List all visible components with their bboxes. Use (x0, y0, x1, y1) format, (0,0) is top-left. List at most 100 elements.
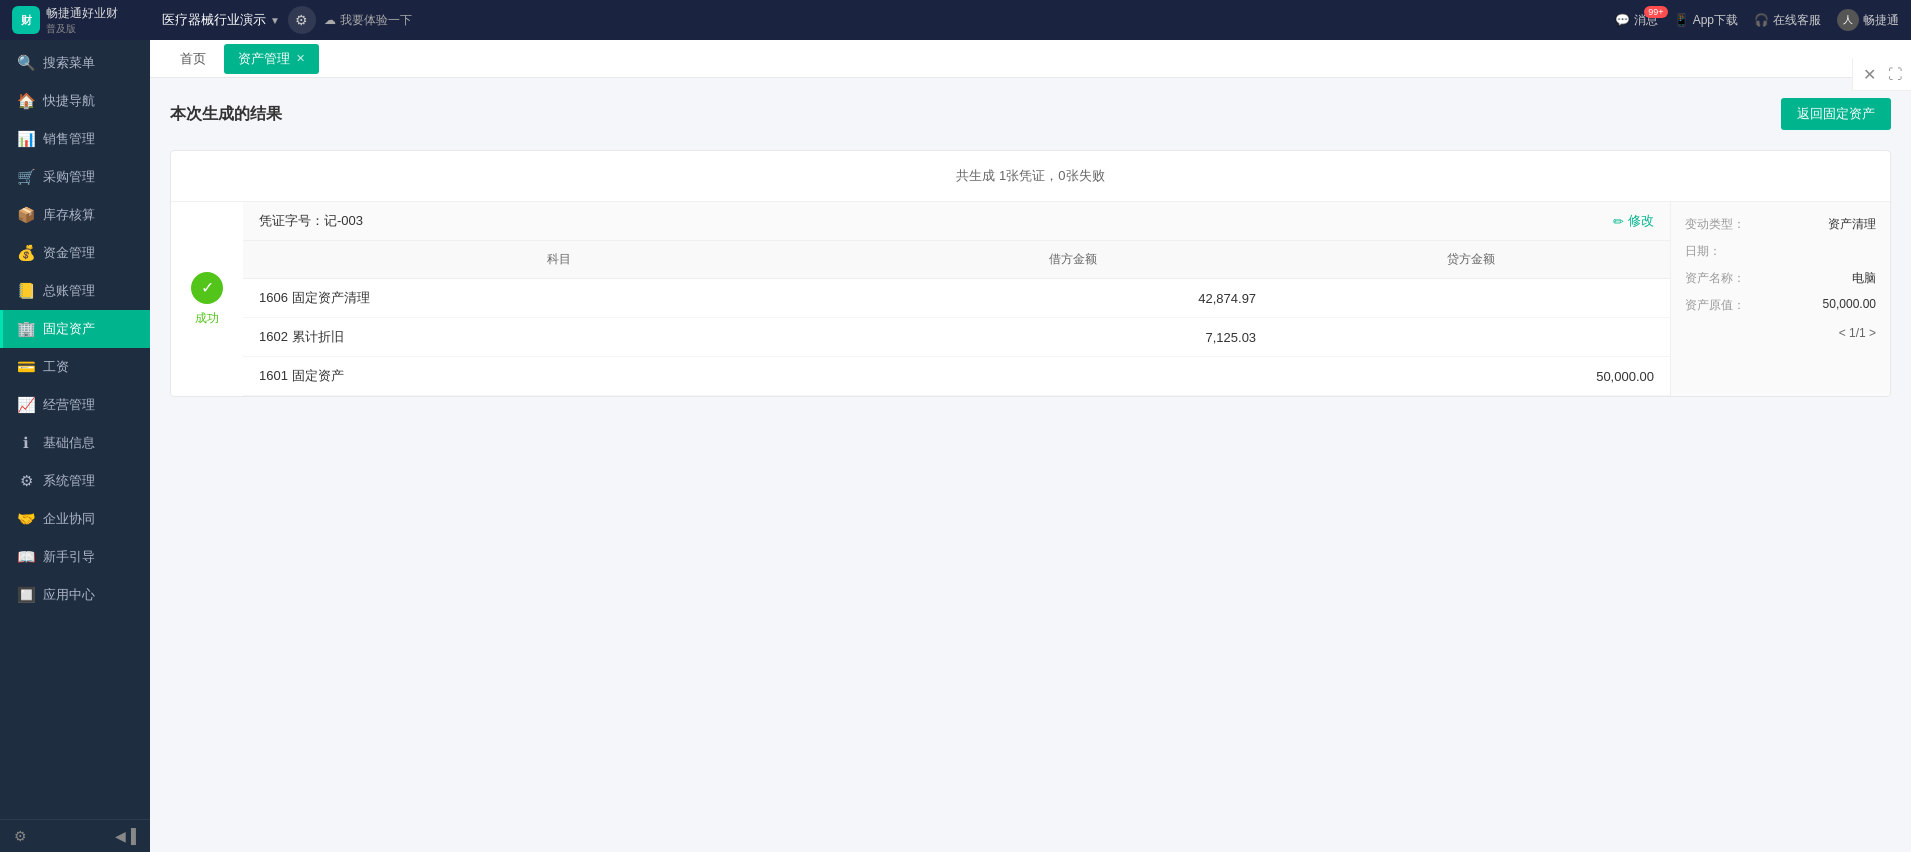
sidebar-item-fixed-assets[interactable]: 🏢 固定资产 (0, 310, 150, 348)
voucher-number: 凭证字号：记-003 (259, 212, 363, 230)
original-value-row: 资产原值： 50,000.00 (1685, 297, 1876, 314)
sidebar-item-sales[interactable]: 📊 销售管理 (0, 120, 150, 158)
success-mark: ✓ 成功 (171, 202, 243, 396)
company-selector[interactable]: 医疗器械行业演示 ▼ (162, 11, 280, 29)
row3-debit (874, 357, 1272, 396)
date-label: 日期： (1685, 243, 1721, 260)
col-credit: 贷方金额 (1272, 241, 1670, 279)
home-icon: 🏠 (17, 92, 35, 110)
sidebar-item-finance[interactable]: 💰 资金管理 (0, 234, 150, 272)
sidebar-item-search[interactable]: 🔍 搜索菜单 (0, 44, 150, 82)
edit-button[interactable]: ✏ 修改 (1613, 212, 1654, 230)
sidebar-label-sales: 销售管理 (43, 130, 95, 148)
sidebar-bottom: ⚙ ◀▐ (0, 819, 150, 852)
asset-name-label: 资产名称： (1685, 270, 1745, 287)
content-area: 首页 资产管理 ✕ 本次生成的结果 返回固定资产 共生成 1张凭证，0张失败 (150, 40, 1911, 852)
pagination[interactable]: < 1/1 > (1685, 326, 1876, 340)
page-content: 本次生成的结果 返回固定资产 共生成 1张凭证，0张失败 ✓ 成功 (150, 78, 1911, 852)
sidebar-item-guide[interactable]: 📖 新手引导 (0, 538, 150, 576)
date-row: 日期： (1685, 243, 1876, 260)
sidebar-settings-icon[interactable]: ⚙ (14, 828, 27, 844)
sidebar-collapse-icon[interactable]: ◀▐ (115, 828, 136, 844)
app-download-label: App下载 (1693, 12, 1738, 29)
avatar: 人 (1837, 9, 1859, 31)
page-title: 本次生成的结果 (170, 104, 282, 125)
change-type-row: 变动类型： 资产清理 (1685, 216, 1876, 233)
row2-subject: 1602 累计折旧 (243, 318, 874, 357)
chevron-down-icon: ▼ (270, 15, 280, 26)
voucher-table: 科目 借方金额 贷方金额 1606 固定资产清理 42,874.97 (243, 241, 1670, 396)
row3-subject: 1601 固定资产 (243, 357, 874, 396)
col-debit: 借方金额 (874, 241, 1272, 279)
gear-icon: ⚙ (295, 12, 308, 28)
online-service-action[interactable]: 🎧 在线客服 (1754, 12, 1821, 29)
logo-area: 财 畅捷通好业财 普及版 (12, 5, 162, 36)
asset-name-value: 电脑 (1852, 270, 1876, 287)
cloud-icon: ☁ (324, 13, 336, 27)
settings-icon-btn[interactable]: ⚙ (288, 6, 316, 34)
sidebar-label-ledger: 总账管理 (43, 282, 95, 300)
table-header-row: 科目 借方金额 贷方金额 (243, 241, 1670, 279)
sidebar-label-app-center: 应用中心 (43, 586, 95, 604)
sidebar-item-payroll[interactable]: 💳 工资 (0, 348, 150, 386)
sidebar-item-inventory[interactable]: 📦 库存核算 (0, 196, 150, 234)
voucher-main: 凭证字号：记-003 ✏ 修改 科目 借方金额 (243, 202, 1670, 396)
app-download-action[interactable]: 📱 App下载 (1674, 12, 1738, 29)
top-header: 财 畅捷通好业财 普及版 医疗器械行业演示 ▼ ⚙ ☁ 我要体验一下 💬 消息 (0, 0, 1911, 40)
tab-asset-mgmt-label: 资产管理 (238, 50, 290, 68)
sidebar-label-purchase: 采购管理 (43, 168, 95, 186)
sidebar-item-system[interactable]: ⚙ 系统管理 (0, 462, 150, 500)
inventory-icon: 📦 (17, 206, 35, 224)
expand-window-button[interactable]: ⛶ (1883, 62, 1907, 86)
headset-icon: 🎧 (1754, 13, 1769, 27)
close-window-button[interactable]: ✕ (1857, 62, 1881, 86)
guide-icon: 📖 (17, 548, 35, 566)
sidebar-item-enterprise[interactable]: 🤝 企业协同 (0, 500, 150, 538)
sidebar-label-guide: 新手引导 (43, 548, 95, 566)
header-right: 💬 消息 99+ 📱 App下载 🎧 在线客服 人 畅捷通 (1615, 9, 1899, 31)
table-row: 1602 累计折旧 7,125.03 (243, 318, 1670, 357)
original-value-value: 50,000.00 (1823, 297, 1876, 314)
tab-home-label: 首页 (180, 51, 206, 66)
row1-debit: 42,874.97 (874, 279, 1272, 318)
sales-icon: 📊 (17, 130, 35, 148)
sidebar-label-basic-info: 基础信息 (43, 434, 95, 452)
user-area[interactable]: 人 畅捷通 (1837, 9, 1899, 31)
success-text: 成功 (195, 310, 219, 327)
edit-icon: ✏ (1613, 214, 1624, 229)
voucher-right-panel: 变动类型： 资产清理 日期： 资产名称： 电脑 (1670, 202, 1890, 396)
main-layout: 🔍 搜索菜单 🏠 快捷导航 📊 销售管理 🛒 采购管理 📦 库存核 (0, 40, 1911, 852)
user-name: 畅捷通 (1863, 12, 1899, 29)
tab-home[interactable]: 首页 (166, 44, 220, 74)
row2-credit (1272, 318, 1670, 357)
result-panel: 共生成 1张凭证，0张失败 ✓ 成功 凭证字号：记-003 (170, 150, 1891, 397)
tab-bar: 首页 资产管理 ✕ (150, 40, 1911, 78)
sidebar-label-system: 系统管理 (43, 472, 95, 490)
logo-icon: 财 (12, 6, 40, 34)
basic-info-icon: ℹ (17, 434, 35, 452)
logo-text: 畅捷通好业财 普及版 (46, 5, 118, 36)
sidebar-label-finance: 资金管理 (43, 244, 95, 262)
sidebar-item-basic-info[interactable]: ℹ 基础信息 (0, 424, 150, 462)
sidebar-item-operations[interactable]: 📈 经营管理 (0, 386, 150, 424)
online-service-label: 在线客服 (1773, 12, 1821, 29)
sidebar-item-app-center[interactable]: 🔲 应用中心 (0, 576, 150, 614)
sidebar-label-payroll: 工资 (43, 358, 69, 376)
row1-credit (1272, 279, 1670, 318)
message-badge: 99+ (1644, 6, 1667, 18)
tab-asset-mgmt[interactable]: 资产管理 ✕ (224, 44, 319, 74)
ledger-icon: 📒 (17, 282, 35, 300)
payroll-icon: 💳 (17, 358, 35, 376)
sidebar-item-purchase[interactable]: 🛒 采购管理 (0, 158, 150, 196)
tab-close-icon[interactable]: ✕ (296, 52, 305, 65)
sidebar-label-inventory: 库存核算 (43, 206, 95, 224)
sidebar-item-quick-nav[interactable]: 🏠 快捷导航 (0, 82, 150, 120)
return-button[interactable]: 返回固定资产 (1781, 98, 1891, 130)
experience-btn[interactable]: ☁ 我要体验一下 (324, 12, 412, 29)
row1-subject: 1606 固定资产清理 (243, 279, 874, 318)
message-action[interactable]: 💬 消息 99+ (1615, 12, 1658, 29)
sidebar-item-ledger[interactable]: 📒 总账管理 (0, 272, 150, 310)
sidebar-label-enterprise: 企业协同 (43, 510, 95, 528)
change-type-value: 资产清理 (1828, 216, 1876, 233)
success-circle: ✓ (191, 272, 223, 304)
